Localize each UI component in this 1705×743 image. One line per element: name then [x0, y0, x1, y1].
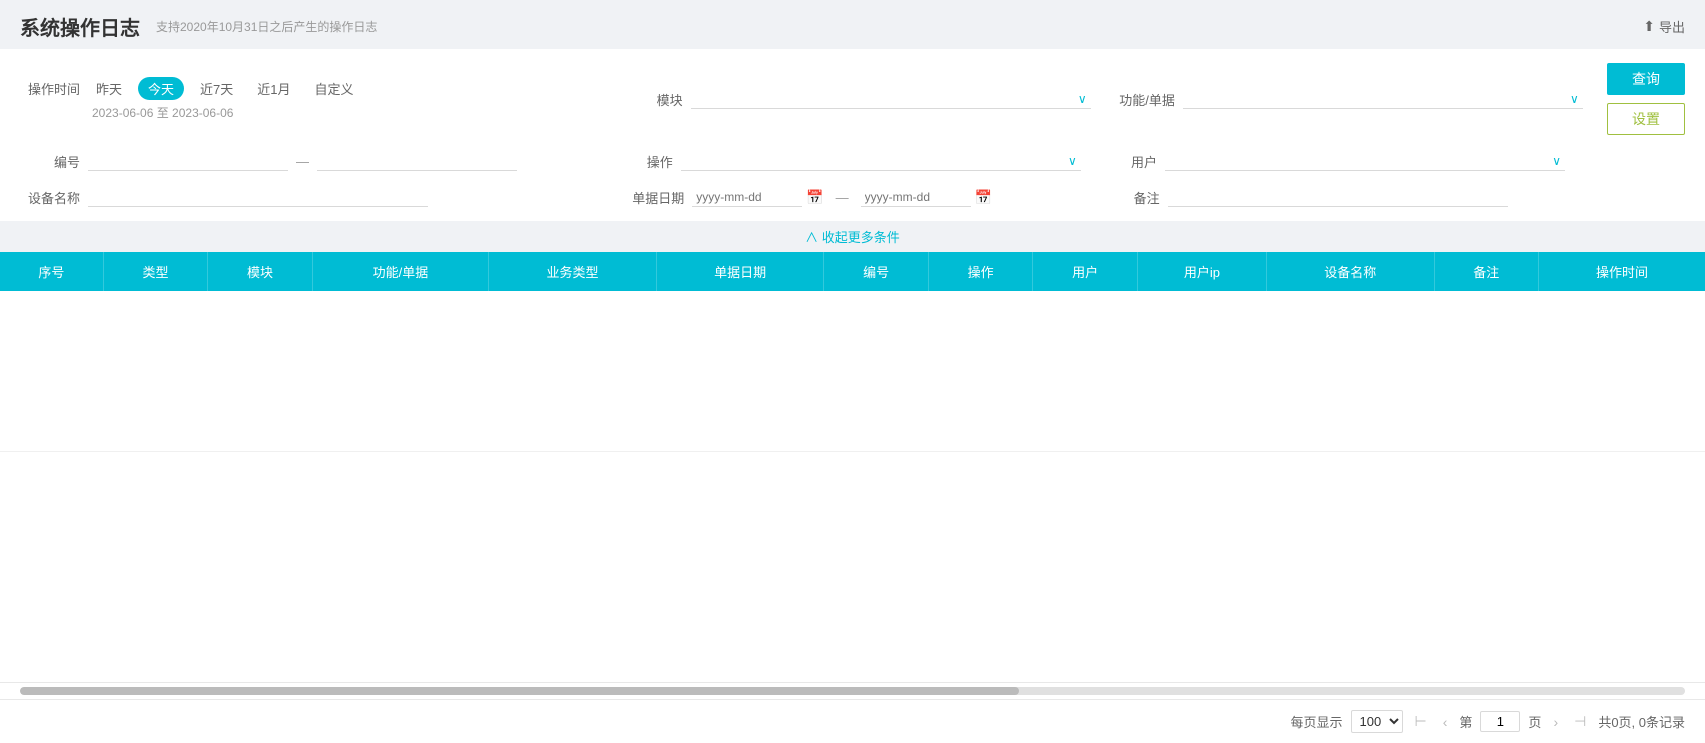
table-col-用户: 用户 [1033, 252, 1137, 291]
export-icon: ⬆ [1643, 18, 1655, 35]
collapse-button[interactable]: ∧ 收起更多条件 [805, 227, 900, 246]
code-end-input[interactable] [317, 151, 517, 171]
op-select-text [681, 159, 1068, 163]
device-label: 设备名称 [20, 188, 80, 207]
calendar-end-icon[interactable]: 📅 [975, 189, 992, 206]
time-btn-1month[interactable]: 近1月 [249, 77, 298, 100]
table-col-单据日期: 单据日期 [656, 252, 824, 291]
voucher-date-label: 单据日期 [614, 188, 684, 207]
horizontal-scrollbar[interactable] [20, 687, 1685, 695]
collapse-up-icon: ∧ [805, 230, 822, 245]
remark-label: 备注 [1090, 188, 1160, 207]
data-table: 序号类型模块功能/单据业务类型单据日期编号操作用户用户ip设备名称备注操作时间 [0, 252, 1705, 682]
next-page-button[interactable]: › [1549, 712, 1562, 732]
prev-page-button[interactable]: ‹ [1439, 712, 1452, 732]
first-page-button[interactable]: ⊢ [1411, 711, 1431, 732]
module-select[interactable]: ∨ [691, 90, 1091, 109]
time-btn-today[interactable]: 今天 [138, 77, 184, 100]
time-range: 2023-06-06 至 2023-06-06 [92, 106, 233, 120]
date-dash: — [836, 190, 849, 205]
page-unit: 页 [1528, 712, 1541, 731]
table-col-类型: 类型 [103, 252, 207, 291]
user-label: 用户 [1087, 152, 1157, 171]
export-button[interactable]: ⬆ 导出 [1643, 17, 1685, 36]
calendar-start-icon[interactable]: 📅 [806, 189, 823, 206]
op-chevron-icon: ∨ [1068, 154, 1077, 168]
date-end-input[interactable] [861, 188, 971, 207]
export-label: 导出 [1659, 17, 1685, 36]
func-select-text [1183, 97, 1570, 101]
func-select[interactable]: ∨ [1183, 90, 1583, 109]
module-label: 模块 [623, 90, 683, 109]
time-btn-7days[interactable]: 近7天 [192, 77, 241, 100]
time-label: 操作时间 [20, 79, 80, 98]
scrollbar-area [0, 682, 1705, 699]
op-label: 操作 [613, 152, 673, 171]
table-header: 序号类型模块功能/单据业务类型单据日期编号操作用户用户ip设备名称备注操作时间 [0, 252, 1705, 291]
table-col-操作时间: 操作时间 [1539, 252, 1705, 291]
table-col-业务类型: 业务类型 [489, 252, 657, 291]
pagination: 每页显示 100 50 200 ⊢ ‹ 第 页 › ⊣ 共0页, 0条记录 [0, 699, 1705, 743]
page-title: 系统操作日志 [20, 12, 140, 41]
page-label: 第 [1459, 712, 1472, 731]
table-col-设备名称: 设备名称 [1266, 252, 1434, 291]
query-button[interactable]: 查询 [1607, 63, 1685, 95]
user-chevron-icon: ∨ [1552, 154, 1561, 168]
empty-state [0, 291, 1705, 452]
table-col-备注: 备注 [1434, 252, 1538, 291]
code-dash: — [296, 154, 309, 169]
last-page-button[interactable]: ⊣ [1570, 711, 1590, 732]
table-col-模块: 模块 [208, 252, 312, 291]
collapse-label: 收起更多条件 [822, 230, 900, 245]
table-col-用户ip: 用户ip [1137, 252, 1266, 291]
table-body [0, 291, 1705, 452]
op-select[interactable]: ∨ [681, 152, 1081, 171]
table-col-序号: 序号 [0, 252, 103, 291]
code-start-input[interactable] [88, 151, 288, 171]
time-btn-yesterday[interactable]: 昨天 [88, 77, 130, 100]
module-chevron-icon: ∨ [1078, 92, 1087, 106]
date-start-input[interactable] [692, 188, 802, 207]
collapse-bar[interactable]: ∧ 收起更多条件 [0, 221, 1705, 252]
page-input[interactable] [1480, 711, 1520, 732]
remark-input[interactable] [1168, 187, 1508, 207]
table-col-编号: 编号 [824, 252, 928, 291]
module-select-text [691, 97, 1078, 101]
user-select[interactable]: ∨ [1165, 152, 1565, 171]
table-col-功能/单据: 功能/单据 [312, 252, 488, 291]
device-input[interactable] [88, 187, 428, 207]
per-page-select[interactable]: 100 50 200 [1351, 710, 1403, 733]
func-label: 功能/单据 [1105, 90, 1175, 109]
total-label: 共0页, 0条记录 [1598, 712, 1685, 731]
code-label: 编号 [20, 152, 80, 171]
settings-button[interactable]: 设置 [1607, 103, 1685, 135]
user-select-text [1165, 159, 1552, 163]
time-btn-custom[interactable]: 自定义 [307, 77, 362, 100]
func-chevron-icon: ∨ [1570, 92, 1579, 106]
table-col-操作: 操作 [928, 252, 1032, 291]
per-page-label: 每页显示 [1291, 712, 1343, 731]
page-subtitle: 支持2020年10月31日之后产生的操作日志 [156, 18, 377, 35]
scrollbar-thumb [20, 687, 1019, 695]
